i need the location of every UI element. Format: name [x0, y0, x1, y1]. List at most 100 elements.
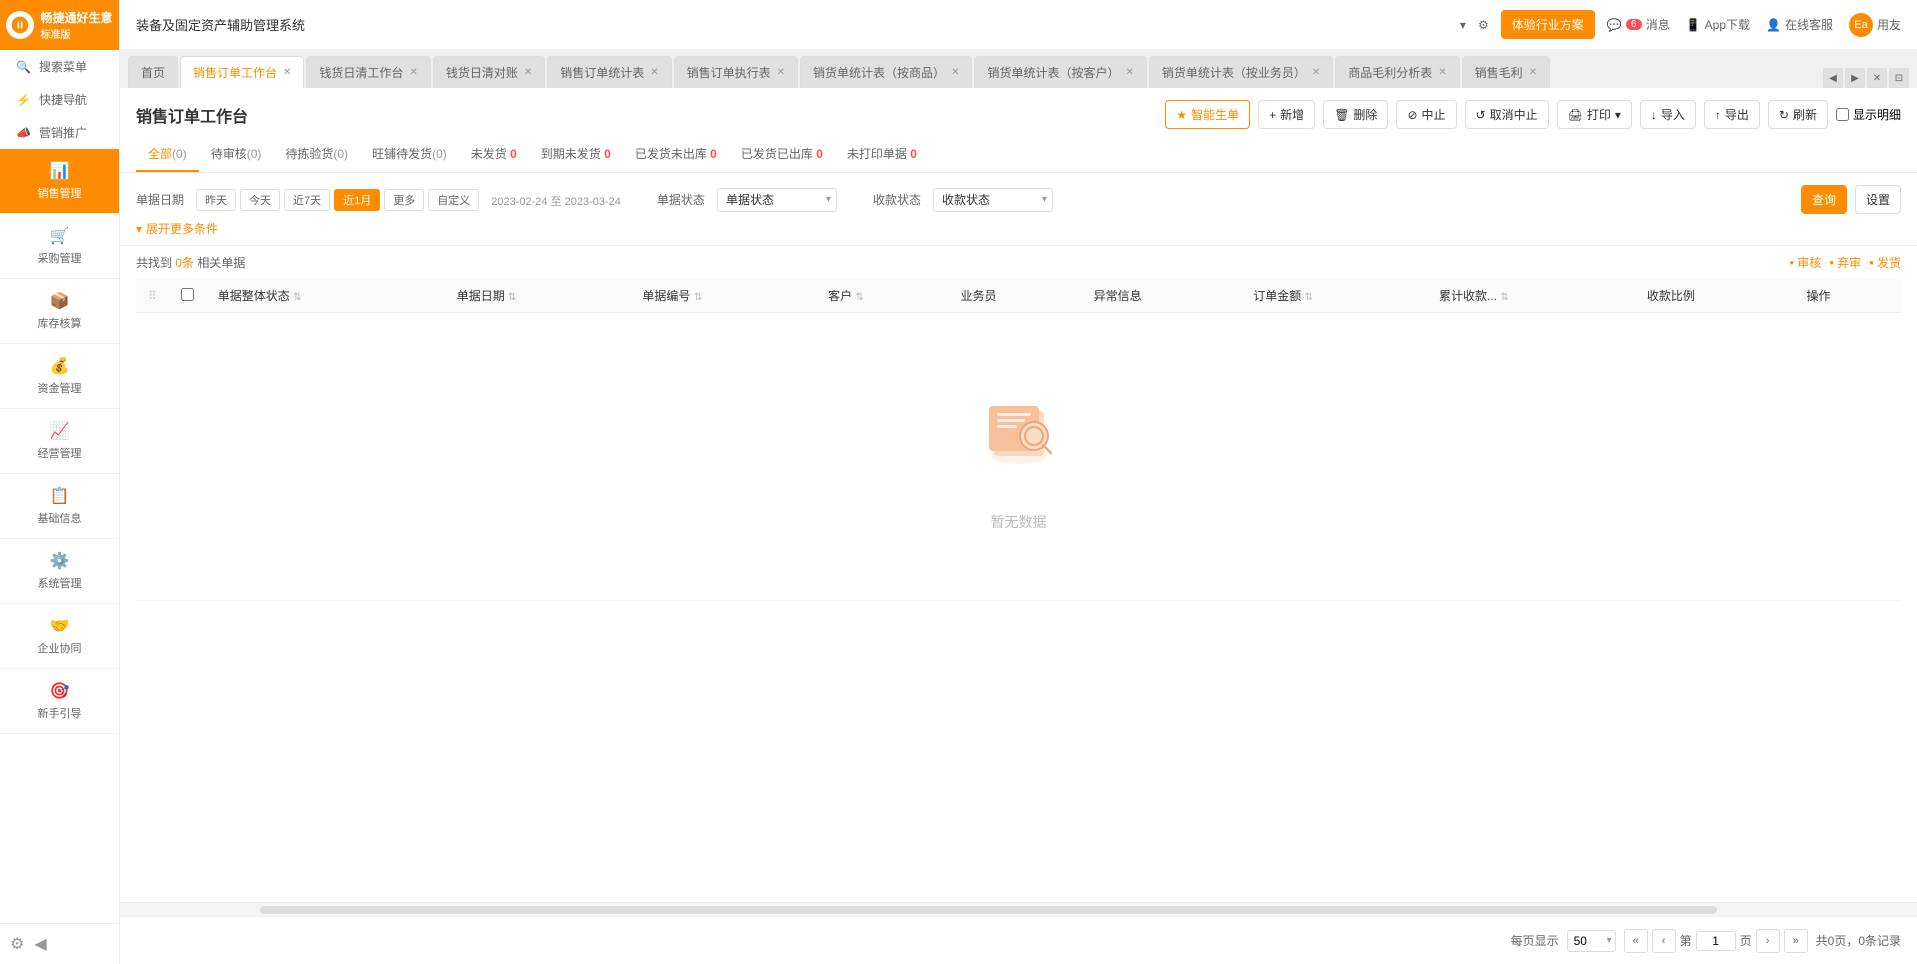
refresh-btn[interactable]: ↻ 刷新 — [1768, 100, 1828, 129]
sidebar-item-operation-label: 经营管理 — [38, 445, 82, 461]
sidebar-item-purchase[interactable]: 🛒 采购管理 — [0, 214, 119, 279]
tab-sales-profit[interactable]: 销售毛利 ✕ — [1462, 56, 1550, 88]
sidebar-item-sales[interactable]: 📊 销售管理 — [0, 149, 119, 214]
tab-close-all[interactable]: ✕ — [1867, 68, 1887, 88]
tab-sales-order-stats-close[interactable]: ✕ — [650, 67, 658, 78]
app-download-btn[interactable]: 📱 App下载 — [1686, 16, 1750, 33]
date-yesterday[interactable]: 昨天 — [196, 189, 236, 211]
date-1month[interactable]: 近1月 — [334, 189, 380, 211]
sidebar-marketing[interactable]: 📣 营销推广 — [0, 116, 119, 149]
sidebar-item-finance[interactable]: 💰 资金管理 — [0, 344, 119, 409]
subtab-all[interactable]: 全部(0) — [136, 137, 199, 172]
sort-number-icon[interactable]: ⇅ — [694, 292, 702, 303]
tab-expand[interactable]: ⊡ — [1889, 68, 1909, 88]
tab-sales-order-workbench-close[interactable]: ✕ — [283, 67, 291, 78]
message-btn[interactable]: 💬 6 消息 — [1607, 16, 1670, 33]
tab-cash-goods-reconcile[interactable]: 钱货日清对账 ✕ — [433, 56, 545, 88]
revoke-action-btn[interactable]: 弃审 — [1829, 254, 1861, 271]
subtab-wangpu-pending[interactable]: 旺铺待发货(0) — [360, 137, 459, 172]
settings-btn[interactable]: ⚙ — [1478, 18, 1489, 32]
subtab-shipped-out[interactable]: 已发货已出库 0 — [729, 137, 835, 172]
sidebar-quick-nav[interactable]: ⚡ 快捷导航 — [0, 83, 119, 116]
subtab-pending-review[interactable]: 待审核(0) — [199, 137, 274, 172]
show-detail-checkbox-wrap[interactable]: 显示明细 — [1836, 106, 1901, 123]
setting-btn[interactable]: 设置 — [1855, 185, 1901, 214]
col-staff: 业务员 — [949, 279, 1082, 313]
sidebar-item-operation[interactable]: 📈 经营管理 — [0, 409, 119, 474]
sort-received-icon[interactable]: ⇅ — [1500, 292, 1508, 303]
delete-btn[interactable]: 🗑 删除 — [1323, 100, 1388, 129]
subtab-not-printed[interactable]: 未打印单据 0 — [835, 137, 929, 172]
payment-filter-select[interactable]: 收款状态 — [933, 188, 1053, 212]
collapse-icon[interactable]: ◀ — [34, 934, 46, 954]
tab-cash-daily-work-close[interactable]: ✕ — [409, 67, 417, 78]
subtab-not-shipped[interactable]: 未发货 0 — [459, 137, 529, 172]
tab-sales-profit-close[interactable]: ✕ — [1529, 67, 1537, 78]
date-custom[interactable]: 自定义 — [428, 189, 479, 211]
page-prev-btn[interactable]: ‹ — [1652, 929, 1676, 953]
tab-product-margin-close[interactable]: ✕ — [1438, 67, 1446, 78]
scrollbar-track[interactable] — [260, 906, 1717, 914]
industry-btn[interactable]: 体验行业方案 — [1501, 10, 1595, 39]
tab-sales-order-workbench[interactable]: 销售订单工作台 ✕ — [180, 56, 304, 88]
col-staff-label: 业务员 — [961, 289, 997, 303]
date-7days[interactable]: 近7天 — [284, 189, 330, 211]
date-more[interactable]: 更多 — [384, 189, 424, 211]
tab-sales-stats-customer-close[interactable]: ✕ — [1125, 67, 1133, 78]
sort-status-icon[interactable]: ⇅ — [293, 292, 301, 303]
tab-sales-order-exec-close[interactable]: ✕ — [777, 67, 785, 78]
select-all-checkbox[interactable] — [181, 288, 194, 301]
page-size-select[interactable]: 50 100 200 — [1567, 930, 1616, 952]
expand-more-btn[interactable]: ▾ 展开更多条件 — [136, 220, 1901, 237]
settings-icon[interactable]: ⚙ — [10, 934, 24, 954]
tab-sales-stats-product-close[interactable]: ✕ — [951, 67, 959, 78]
tab-sales-stats-product[interactable]: 销货单统计表（按商品） ✕ — [800, 56, 972, 88]
print-btn[interactable]: 🖨 打印 ▾ — [1557, 100, 1632, 129]
sort-date-icon[interactable]: ⇅ — [508, 292, 516, 303]
tab-cash-daily-work[interactable]: 钱货日清工作台 ✕ — [306, 56, 430, 88]
export-btn[interactable]: ↑ 导出 — [1704, 100, 1760, 129]
tab-sales-order-stats[interactable]: 销售订单统计表 ✕ — [547, 56, 671, 88]
subtab-pending-inspect[interactable]: 待拣验货(0) — [273, 137, 360, 172]
sidebar-item-basic[interactable]: 📋 基础信息 — [0, 474, 119, 539]
smart-gen-btn[interactable]: ★ 智能生单 — [1165, 100, 1250, 129]
summary-text: 共找到 0条 相关单据 — [136, 254, 245, 271]
cancel-stop-btn[interactable]: ↺ 取消中止 — [1465, 100, 1549, 129]
date-today[interactable]: 今天 — [240, 189, 280, 211]
tab-sales-stats-staff[interactable]: 销货单统计表（按业务员） ✕ — [1149, 56, 1333, 88]
tab-product-margin[interactable]: 商品毛利分析表 ✕ — [1335, 56, 1459, 88]
user-btn[interactable]: Ea 用友 — [1849, 13, 1901, 37]
tab-scroll-right[interactable]: ▶ — [1845, 68, 1865, 88]
tab-sales-stats-customer[interactable]: 销货单统计表（按客户） ✕ — [974, 56, 1146, 88]
page-first-btn[interactable]: « — [1624, 929, 1648, 953]
subtab-shipped-not-out[interactable]: 已发货未出库 0 — [623, 137, 729, 172]
smart-gen-label: 智能生单 — [1191, 106, 1239, 123]
online-service-btn[interactable]: 👤 在线客服 — [1766, 16, 1833, 33]
import-btn[interactable]: ↓ 导入 — [1640, 100, 1696, 129]
sidebar-item-system[interactable]: ⚙️ 系统管理 — [0, 539, 119, 604]
stop-btn[interactable]: ⊘ 中止 — [1396, 100, 1456, 129]
sort-customer-icon[interactable]: ⇅ — [855, 292, 863, 303]
sidebar-item-enterprise[interactable]: 🤝 企业协同 — [0, 604, 119, 669]
show-detail-checkbox[interactable] — [1836, 108, 1849, 121]
subtab-expired-not-shipped[interactable]: 到期未发货 0 — [529, 137, 623, 172]
tab-cash-goods-reconcile-close[interactable]: ✕ — [524, 67, 532, 78]
sidebar-item-guide[interactable]: 🎯 新手引导 — [0, 669, 119, 734]
add-btn[interactable]: + 新增 — [1258, 100, 1315, 129]
status-filter-select[interactable]: 单据状态 — [717, 188, 837, 212]
page-next-btn[interactable]: › — [1756, 929, 1780, 953]
sort-amount-icon[interactable]: ⇅ — [1305, 292, 1313, 303]
ship-action-btn[interactable]: 发货 — [1869, 254, 1901, 271]
page-input[interactable] — [1696, 931, 1736, 951]
tab-home[interactable]: 首页 — [128, 56, 178, 88]
sidebar-item-inventory[interactable]: 📦 库存核算 — [0, 279, 119, 344]
sidebar-search[interactable]: 🔍 搜索菜单 — [0, 50, 119, 83]
search-btn[interactable]: 查询 — [1801, 185, 1847, 214]
review-action-btn[interactable]: 审核 — [1789, 254, 1821, 271]
page-title: 销售订单工作台 — [136, 103, 248, 127]
tab-sales-order-exec[interactable]: 销售订单执行表 ✕ — [674, 56, 798, 88]
tab-scroll-left[interactable]: ◀ — [1823, 68, 1843, 88]
system-dropdown-btn[interactable]: ▾ — [1460, 18, 1466, 32]
page-last-btn[interactable]: » — [1784, 929, 1808, 953]
tab-sales-stats-staff-close[interactable]: ✕ — [1312, 67, 1320, 78]
